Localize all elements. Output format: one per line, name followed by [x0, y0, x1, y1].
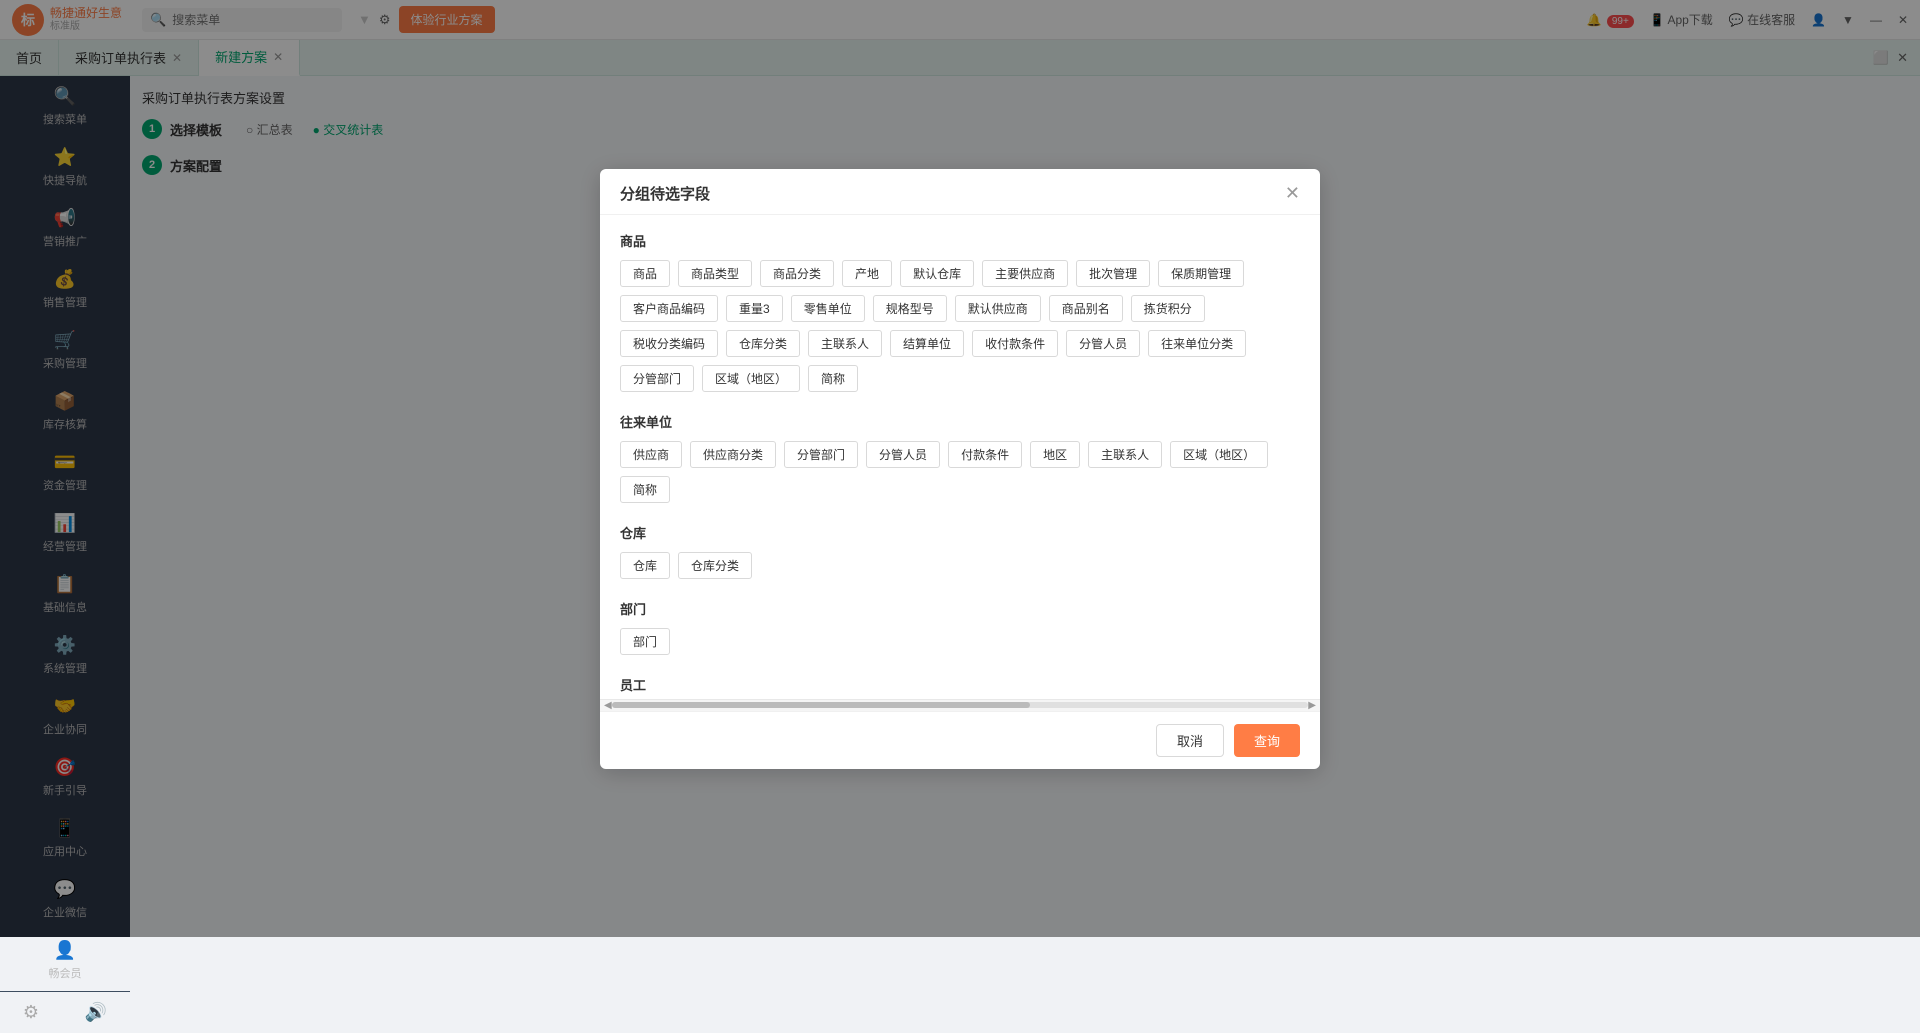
field-tag[interactable]: 拣货积分 — [1131, 295, 1205, 322]
field-tag[interactable]: 区域（地区） — [1170, 441, 1268, 468]
field-tag[interactable]: 仓库分类 — [726, 330, 800, 357]
section-goods-tags: 商品 商品类型 商品分类 产地 默认仓库 主要供应商 批次管理 保质期管理 客户… — [620, 260, 1300, 392]
field-tag[interactable]: 客户商品编码 — [620, 295, 718, 322]
modal-hscroll: ◀ ▶ — [600, 699, 1320, 711]
field-tag[interactable]: 分管人员 — [866, 441, 940, 468]
field-tag[interactable]: 零售单位 — [791, 295, 865, 322]
sidebar-bottom: ⚙ 🔊 — [0, 991, 130, 1033]
field-selection-modal: 分组待选字段 ✕ 商品 商品 商品类型 商品分类 产地 默认仓库 主要供应商 批… — [600, 169, 1320, 769]
section-department: 部门 部门 — [620, 599, 1300, 655]
field-tag[interactable]: 商品别名 — [1049, 295, 1123, 322]
section-partner: 往来单位 供应商 供应商分类 分管部门 分管人员 付款条件 地区 主联系人 区域… — [620, 412, 1300, 503]
modal-overlay: 分组待选字段 ✕ 商品 商品 商品类型 商品分类 产地 默认仓库 主要供应商 批… — [0, 0, 1920, 937]
section-warehouse-tags: 仓库 仓库分类 — [620, 552, 1300, 579]
field-tag[interactable]: 分管部门 — [784, 441, 858, 468]
field-tag[interactable]: 分管部门 — [620, 365, 694, 392]
field-tag[interactable]: 主联系人 — [1088, 441, 1162, 468]
field-tag[interactable]: 简称 — [808, 365, 858, 392]
member-icon: 👤 — [54, 940, 76, 961]
field-tag[interactable]: 商品 — [620, 260, 670, 287]
field-tag[interactable]: 商品类型 — [678, 260, 752, 287]
cancel-button[interactable]: 取消 — [1156, 724, 1224, 757]
field-tag[interactable]: 仓库分类 — [678, 552, 752, 579]
section-partner-title: 往来单位 — [620, 412, 1300, 431]
section-department-title: 部门 — [620, 599, 1300, 618]
field-tag[interactable]: 默认仓库 — [900, 260, 974, 287]
field-tag[interactable]: 仓库 — [620, 552, 670, 579]
field-tag[interactable]: 主联系人 — [808, 330, 882, 357]
modal-footer: 取消 查询 — [600, 711, 1320, 769]
modal-body[interactable]: 商品 商品 商品类型 商品分类 产地 默认仓库 主要供应商 批次管理 保质期管理… — [600, 215, 1320, 699]
field-tag[interactable]: 区域（地区） — [702, 365, 800, 392]
modal-close-btn[interactable]: ✕ — [1285, 183, 1300, 204]
section-warehouse: 仓库 仓库 仓库分类 — [620, 523, 1300, 579]
field-tag[interactable]: 默认供应商 — [955, 295, 1041, 322]
field-tag[interactable]: 税收分类编码 — [620, 330, 718, 357]
field-tag[interactable]: 保质期管理 — [1158, 260, 1244, 287]
section-goods-title: 商品 — [620, 231, 1300, 250]
hscroll-thumb — [612, 702, 1030, 708]
modal-header: 分组待选字段 ✕ — [600, 169, 1320, 215]
confirm-button[interactable]: 查询 — [1234, 724, 1300, 757]
field-tag[interactable]: 付款条件 — [948, 441, 1022, 468]
field-tag[interactable]: 收付款条件 — [972, 330, 1058, 357]
field-tag[interactable]: 简称 — [620, 476, 670, 503]
modal-title: 分组待选字段 — [620, 183, 710, 204]
sidebar-item-member[interactable]: 👤 畅会员 — [0, 930, 130, 991]
field-tag[interactable]: 往来单位分类 — [1148, 330, 1246, 357]
section-employee-title: 员工 — [620, 675, 1300, 694]
section-employee: 员工 业务员 — [620, 675, 1300, 699]
field-tag[interactable]: 供应商 — [620, 441, 682, 468]
sidebar-audio-icon[interactable]: 🔊 — [85, 1002, 107, 1023]
field-tag[interactable]: 地区 — [1030, 441, 1080, 468]
field-tag[interactable]: 主要供应商 — [982, 260, 1068, 287]
field-tag[interactable]: 部门 — [620, 628, 670, 655]
section-warehouse-title: 仓库 — [620, 523, 1300, 542]
section-department-tags: 部门 — [620, 628, 1300, 655]
field-tag[interactable]: 结算单位 — [890, 330, 964, 357]
section-goods: 商品 商品 商品类型 商品分类 产地 默认仓库 主要供应商 批次管理 保质期管理… — [620, 231, 1300, 392]
sidebar-settings-icon[interactable]: ⚙ — [23, 1002, 39, 1023]
hscroll-track — [612, 702, 1309, 708]
field-tag[interactable]: 批次管理 — [1076, 260, 1150, 287]
field-tag[interactable]: 规格型号 — [873, 295, 947, 322]
field-tag[interactable]: 分管人员 — [1066, 330, 1140, 357]
field-tag[interactable]: 重量3 — [726, 295, 783, 322]
hscroll-right-arrow[interactable]: ▶ — [1308, 700, 1316, 711]
field-tag[interactable]: 商品分类 — [760, 260, 834, 287]
section-partner-tags: 供应商 供应商分类 分管部门 分管人员 付款条件 地区 主联系人 区域（地区） … — [620, 441, 1300, 503]
field-tag[interactable]: 供应商分类 — [690, 441, 776, 468]
field-tag[interactable]: 产地 — [842, 260, 892, 287]
hscroll-left-arrow[interactable]: ◀ — [604, 700, 612, 711]
